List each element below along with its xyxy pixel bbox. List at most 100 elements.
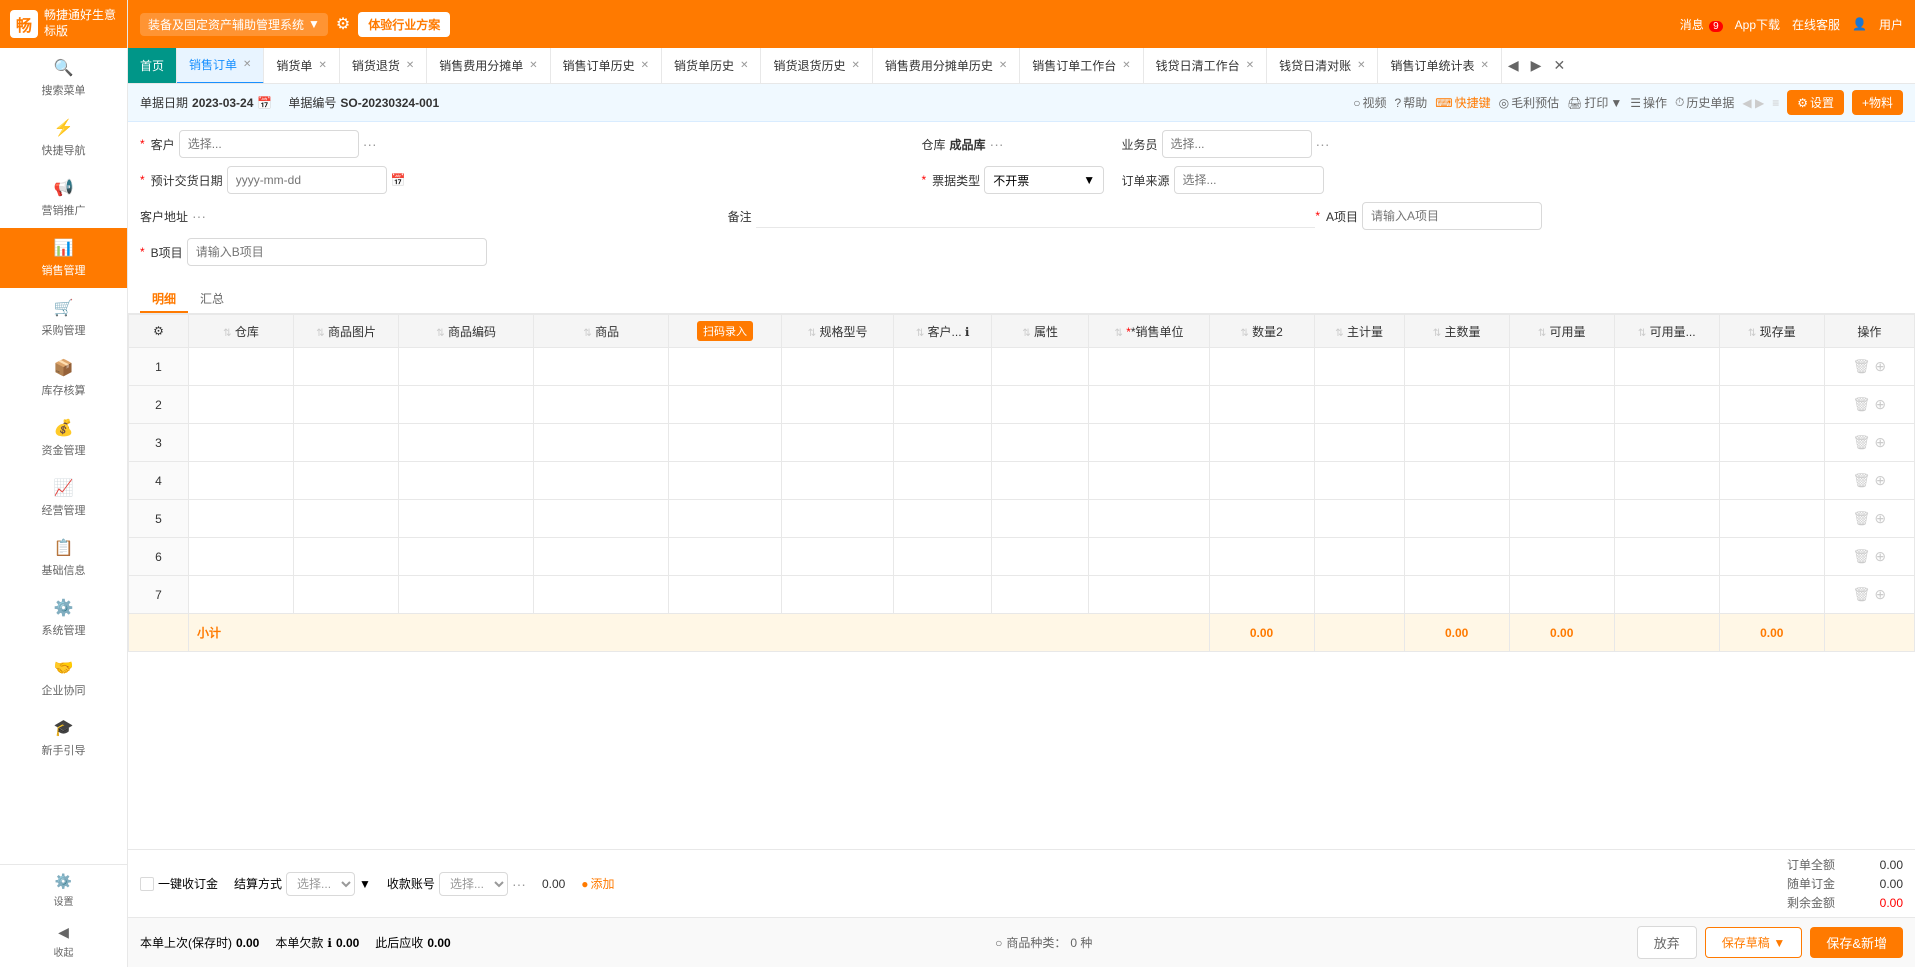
- tab-sales-order-close[interactable]: ✕: [243, 59, 251, 70]
- one-click-checkbox[interactable]: [140, 877, 154, 891]
- col-attribute[interactable]: ⇅ 属性: [991, 315, 1089, 348]
- invoice-select[interactable]: 不开票 ▼: [984, 166, 1104, 194]
- tab-refund-history[interactable]: 销货退货历史 ✕: [761, 48, 872, 84]
- tab-fee-split[interactable]: 销售费用分摊单 ✕: [427, 48, 550, 84]
- tab-refund-history-close[interactable]: ✕: [851, 60, 859, 71]
- account-dots-btn[interactable]: ···: [512, 876, 526, 892]
- tab-sales-return[interactable]: 销货单 ✕: [264, 48, 339, 84]
- tab-fee-history[interactable]: 销售费用分摊单历史 ✕: [873, 48, 1020, 84]
- online-service-btn[interactable]: 在线客服: [1792, 16, 1840, 33]
- col-warehouse[interactable]: ⇅ 仓库: [189, 315, 294, 348]
- notification-btn[interactable]: 消息 9: [1680, 16, 1723, 33]
- row-delete-icon[interactable]: 🗑: [1853, 434, 1871, 451]
- tab-return-history[interactable]: 销货单历史 ✕: [662, 48, 761, 84]
- col-available[interactable]: ⇅ 可用量: [1509, 315, 1614, 348]
- sidebar-settings-btn[interactable]: ⚙️ 设置: [0, 865, 127, 916]
- sidebar-item-finance[interactable]: 💰 资金管理: [0, 408, 127, 468]
- b-project-input[interactable]: [187, 238, 487, 266]
- tab-workbench[interactable]: 销售订单工作台 ✕: [1020, 48, 1143, 84]
- tab-sales-refund-close[interactable]: ✕: [406, 60, 414, 71]
- tab-sales-order[interactable]: 销售订单 ✕: [177, 48, 264, 84]
- tab-cash-daily-close[interactable]: ✕: [1246, 60, 1254, 71]
- operation-btn[interactable]: ☰ 操作: [1630, 94, 1667, 111]
- col-main-quantity[interactable]: ⇅ 主数量: [1404, 315, 1509, 348]
- system-module[interactable]: 装备及固定资产辅助管理系统 ▼: [140, 13, 328, 36]
- sidebar-item-base-info[interactable]: 📋 基础信息: [0, 528, 127, 588]
- col-product[interactable]: ⇅ 商品: [534, 315, 669, 348]
- scan-button[interactable]: 扫码录入: [697, 321, 753, 341]
- sidebar-item-operations[interactable]: 📈 经营管理: [0, 468, 127, 528]
- sidebar-item-marketing[interactable]: 📢 营销推广: [0, 168, 127, 228]
- profit-btn[interactable]: ◎ 毛利预估: [1499, 94, 1560, 111]
- col-customer-code[interactable]: ⇅ 客户... ℹ: [894, 315, 992, 348]
- row-copy-icon[interactable]: ⊕: [1874, 548, 1886, 565]
- col-spec[interactable]: ⇅ 规格型号: [781, 315, 894, 348]
- row-delete-icon[interactable]: 🗑: [1853, 586, 1871, 603]
- industry-solution-btn[interactable]: 体验行业方案: [358, 12, 450, 37]
- col-available2[interactable]: ⇅ 可用量...: [1614, 315, 1719, 348]
- account-select[interactable]: 选择...: [439, 872, 508, 896]
- tab-sales-refund[interactable]: 销货退货 ✕: [340, 48, 427, 84]
- order-source-input[interactable]: [1174, 166, 1324, 194]
- tab-return-history-close[interactable]: ✕: [740, 60, 748, 71]
- address-dots-btn[interactable]: ···: [192, 208, 206, 224]
- tab-summary[interactable]: 汇总: [188, 286, 236, 313]
- row-delete-icon[interactable]: 🗑: [1853, 358, 1871, 375]
- tab-fee-history-close[interactable]: ✕: [999, 60, 1007, 71]
- warehouse-dots-btn[interactable]: ···: [990, 136, 1004, 152]
- row-copy-icon[interactable]: ⊕: [1874, 396, 1886, 413]
- row-delete-icon[interactable]: 🗑: [1853, 472, 1871, 489]
- tab-sales-stats[interactable]: 销售订单统计表 ✕: [1378, 48, 1501, 84]
- table-view-icon[interactable]: ≡: [1772, 96, 1779, 110]
- calendar-icon[interactable]: 📅: [257, 96, 272, 110]
- col-main-unit[interactable]: ⇅ 主计量: [1314, 315, 1404, 348]
- row-delete-icon[interactable]: 🗑: [1853, 396, 1871, 413]
- tab-prev-btn[interactable]: ◀: [1502, 57, 1525, 74]
- tab-next-btn[interactable]: ▶: [1525, 57, 1548, 74]
- tab-order-history[interactable]: 销售订单历史 ✕: [551, 48, 662, 84]
- sidebar-item-enterprise[interactable]: 🤝 企业协同: [0, 648, 127, 708]
- col-scan[interactable]: 扫码录入: [669, 315, 782, 348]
- tab-workbench-close[interactable]: ✕: [1122, 60, 1130, 71]
- a-project-input[interactable]: [1362, 202, 1542, 230]
- sidebar-item-inventory[interactable]: 📦 库存核算: [0, 348, 127, 408]
- app-download-btn[interactable]: App下载: [1735, 16, 1780, 33]
- staff-dots-btn[interactable]: ···: [1316, 136, 1330, 152]
- save-draft-btn[interactable]: 保存草稿 ▼: [1705, 927, 1803, 958]
- topbar-settings-icon[interactable]: ⚙: [336, 14, 350, 34]
- print-btn[interactable]: 🖨 打印 ▼: [1567, 94, 1622, 111]
- tab-more-btn[interactable]: ✕: [1547, 57, 1571, 74]
- tab-cash-daily[interactable]: 钱贷日清工作台 ✕: [1144, 48, 1267, 84]
- sidebar-item-guide[interactable]: 🎓 新手引导: [0, 708, 127, 768]
- discard-btn[interactable]: 放弃: [1637, 926, 1697, 959]
- col-product-code[interactable]: ⇅ 商品编码: [399, 315, 534, 348]
- row-copy-icon[interactable]: ⊕: [1874, 510, 1886, 527]
- delivery-input[interactable]: [227, 166, 387, 194]
- help-btn[interactable]: ? 帮助: [1395, 94, 1428, 111]
- row-copy-icon[interactable]: ⊕: [1874, 358, 1886, 375]
- delivery-calendar-icon[interactable]: 📅: [391, 173, 406, 187]
- settings-panel-btn[interactable]: ⚙ 设置: [1787, 90, 1844, 115]
- tab-sales-return-close[interactable]: ✕: [318, 60, 326, 71]
- tab-home[interactable]: 首页: [128, 48, 177, 84]
- add-payment-btn[interactable]: ● 添加: [581, 875, 614, 892]
- history-btn[interactable]: ⏱ 历史单据: [1675, 94, 1734, 111]
- customer-dots-btn[interactable]: ···: [363, 136, 377, 152]
- staff-input[interactable]: [1162, 130, 1312, 158]
- row-copy-icon[interactable]: ⊕: [1874, 434, 1886, 451]
- row-delete-icon[interactable]: 🗑: [1853, 548, 1871, 565]
- tab-cash-reconcile[interactable]: 钱贷日清对账 ✕: [1267, 48, 1378, 84]
- save-new-btn[interactable]: 保存&新增: [1810, 927, 1903, 958]
- tab-order-history-close[interactable]: ✕: [641, 60, 649, 71]
- row-delete-icon[interactable]: 🗑: [1853, 510, 1871, 527]
- view-video-btn[interactable]: ○ 视频: [1353, 94, 1386, 111]
- settlement-select[interactable]: 选择...: [286, 872, 355, 896]
- user-name-btn[interactable]: 用户: [1879, 16, 1903, 33]
- sidebar-item-sales[interactable]: 📊 销售管理: [0, 228, 127, 288]
- col-current-stock[interactable]: ⇅ 现存量: [1719, 315, 1824, 348]
- customer-input[interactable]: [179, 130, 359, 158]
- add-material-btn[interactable]: +物料: [1852, 90, 1903, 115]
- sidebar-item-purchase[interactable]: 🛒 采购管理: [0, 288, 127, 348]
- col-product-image[interactable]: ⇅ 商品图片: [294, 315, 399, 348]
- col-quantity2[interactable]: ⇅ 数量2: [1209, 315, 1314, 348]
